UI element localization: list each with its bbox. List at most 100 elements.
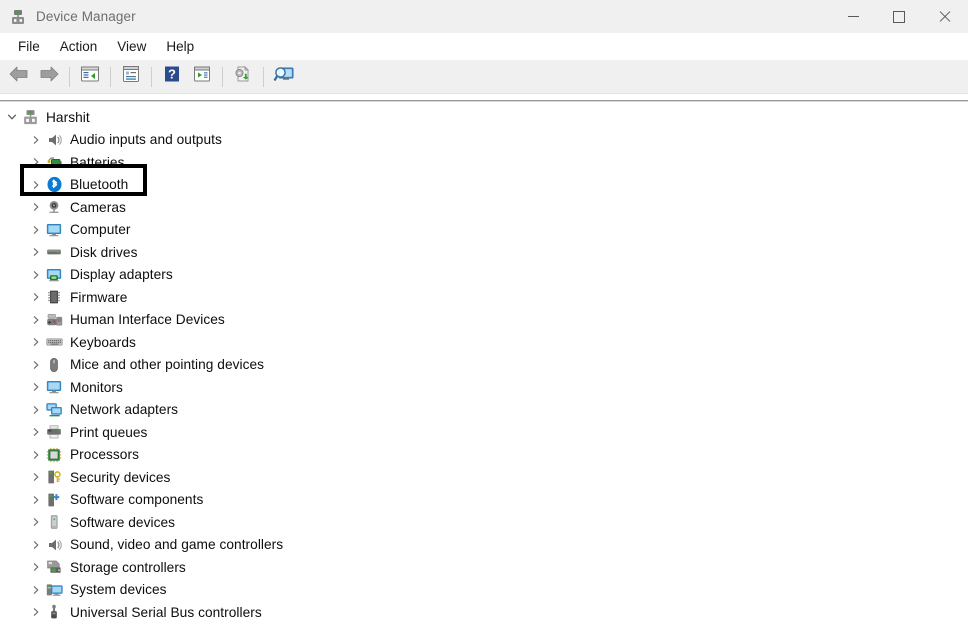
tree-item-bluetooth[interactable]: Bluetooth (0, 174, 968, 197)
tree-item-keyboards[interactable]: Keyboards (0, 331, 968, 354)
tree-item-print-queues[interactable]: Print queues (0, 421, 968, 444)
speaker-icon (44, 536, 64, 554)
window-controls (830, 0, 968, 33)
tree-item-storage-controllers[interactable]: Storage controllers (0, 556, 968, 579)
toolbar-separator (110, 66, 111, 87)
tree-item-firmware[interactable]: Firmware (0, 286, 968, 309)
tree-root-harshit[interactable]: Harshit (0, 106, 968, 129)
tree-item-human-interface-devices[interactable]: Human Interface Devices (0, 309, 968, 332)
speaker-icon (44, 131, 64, 149)
chevron-right-icon[interactable] (28, 607, 44, 617)
chevron-right-icon[interactable] (28, 382, 44, 392)
chevron-down-icon[interactable] (4, 112, 20, 122)
tree-item-label: System devices (70, 582, 167, 598)
toolbar-separator (151, 66, 152, 87)
svg-text:?: ? (168, 67, 176, 82)
forward-button[interactable] (35, 64, 63, 90)
toolbar-separator (263, 66, 264, 87)
tree-item-mice-and-other-pointing-devices[interactable]: Mice and other pointing devices (0, 354, 968, 377)
tree-item-audio-inputs-and-outputs[interactable]: Audio inputs and outputs (0, 129, 968, 152)
tree-item-monitors[interactable]: Monitors (0, 376, 968, 399)
show-hide-console-tree-button[interactable] (76, 64, 104, 90)
chevron-right-icon[interactable] (28, 270, 44, 280)
tree-item-network-adapters[interactable]: Network adapters (0, 399, 968, 422)
console-tree-icon (80, 65, 100, 88)
menu-view[interactable]: View (107, 36, 156, 57)
maximize-button[interactable] (876, 0, 922, 33)
tree-item-label: Sound, video and game controllers (70, 537, 284, 553)
tree-item-system-devices[interactable]: System devices (0, 579, 968, 602)
properties-button[interactable] (117, 64, 145, 90)
chevron-right-icon[interactable] (28, 157, 44, 167)
minimize-button[interactable] (830, 0, 876, 33)
chevron-right-icon[interactable] (28, 495, 44, 505)
tree-item-label: Monitors (70, 379, 123, 395)
menu-action[interactable]: Action (50, 36, 108, 57)
chevron-right-icon[interactable] (28, 247, 44, 257)
chevron-right-icon[interactable] (28, 540, 44, 550)
tree-item-batteries[interactable]: Batteries (0, 151, 968, 174)
tree-item-software-components[interactable]: Software components (0, 489, 968, 512)
chevron-right-icon[interactable] (28, 517, 44, 527)
help-button[interactable]: ? (158, 64, 186, 90)
tree-item-processors[interactable]: Processors (0, 444, 968, 467)
chevron-right-icon[interactable] (28, 585, 44, 595)
computer-root-icon (20, 108, 40, 126)
firmware-chip-icon (44, 288, 64, 306)
tree-item-label: Audio inputs and outputs (70, 132, 222, 148)
tree-item-label: Bluetooth (70, 177, 129, 193)
scan-hardware-changes-button[interactable] (229, 64, 257, 90)
tree-item-label: Print queues (70, 424, 148, 440)
toolbar-separator (69, 66, 70, 87)
chevron-right-icon[interactable] (28, 202, 44, 212)
storage-controller-icon (44, 558, 64, 576)
disk-drive-icon (44, 243, 64, 261)
tree-item-label: Firmware (70, 289, 128, 305)
back-button[interactable] (5, 64, 33, 90)
chevron-right-icon[interactable] (28, 450, 44, 460)
chevron-right-icon[interactable] (28, 405, 44, 415)
system-device-icon (44, 581, 64, 599)
chevron-right-icon[interactable] (28, 292, 44, 302)
camera-icon (44, 198, 64, 216)
keyboard-icon (44, 333, 64, 351)
chevron-right-icon[interactable] (28, 315, 44, 325)
software-device-icon (44, 513, 64, 531)
mouse-icon (44, 356, 64, 374)
processor-chip-icon (44, 446, 64, 464)
chevron-right-icon[interactable] (28, 225, 44, 235)
menu-help[interactable]: Help (156, 36, 204, 57)
toolbar-separator (222, 66, 223, 87)
chevron-right-icon[interactable] (28, 472, 44, 482)
tree-item-label: Storage controllers (70, 559, 186, 575)
toolbar: ? (0, 60, 968, 94)
update-driver-button[interactable] (188, 64, 216, 90)
tree-item-software-devices[interactable]: Software devices (0, 511, 968, 534)
menu-bar: File Action View Help (0, 33, 968, 60)
tree-item-universal-serial-bus-controllers[interactable]: Universal Serial Bus controllers (0, 601, 968, 624)
chevron-right-icon[interactable] (28, 337, 44, 347)
chevron-right-icon[interactable] (28, 360, 44, 370)
tree-item-security-devices[interactable]: Security devices (0, 466, 968, 489)
tree-item-cameras[interactable]: Cameras (0, 196, 968, 219)
tree-item-label: Processors (70, 447, 139, 463)
tree-item-sound-video-and-game-controllers[interactable]: Sound, video and game controllers (0, 534, 968, 557)
tree-item-computer[interactable]: Computer (0, 219, 968, 242)
tree-item-label: Batteries (70, 154, 125, 170)
monitor-icon (44, 221, 64, 239)
menu-file[interactable]: File (8, 36, 50, 57)
chevron-right-icon[interactable] (28, 135, 44, 145)
security-key-icon (44, 468, 64, 486)
tree-item-display-adapters[interactable]: Display adapters (0, 264, 968, 287)
chevron-right-icon[interactable] (28, 427, 44, 437)
tree-item-disk-drives[interactable]: Disk drives (0, 241, 968, 264)
device-tree[interactable]: Harshit Audio inputs and outputs Batteri… (0, 102, 968, 633)
close-button[interactable] (922, 0, 968, 33)
chevron-right-icon[interactable] (28, 562, 44, 572)
tree-item-label: Computer (70, 222, 131, 238)
forward-arrow-icon (38, 65, 60, 88)
tree-item-label: Keyboards (70, 334, 136, 350)
chevron-right-icon[interactable] (28, 180, 44, 190)
tree-item-label: Software components (70, 492, 204, 508)
view-devices-button[interactable] (270, 64, 298, 90)
